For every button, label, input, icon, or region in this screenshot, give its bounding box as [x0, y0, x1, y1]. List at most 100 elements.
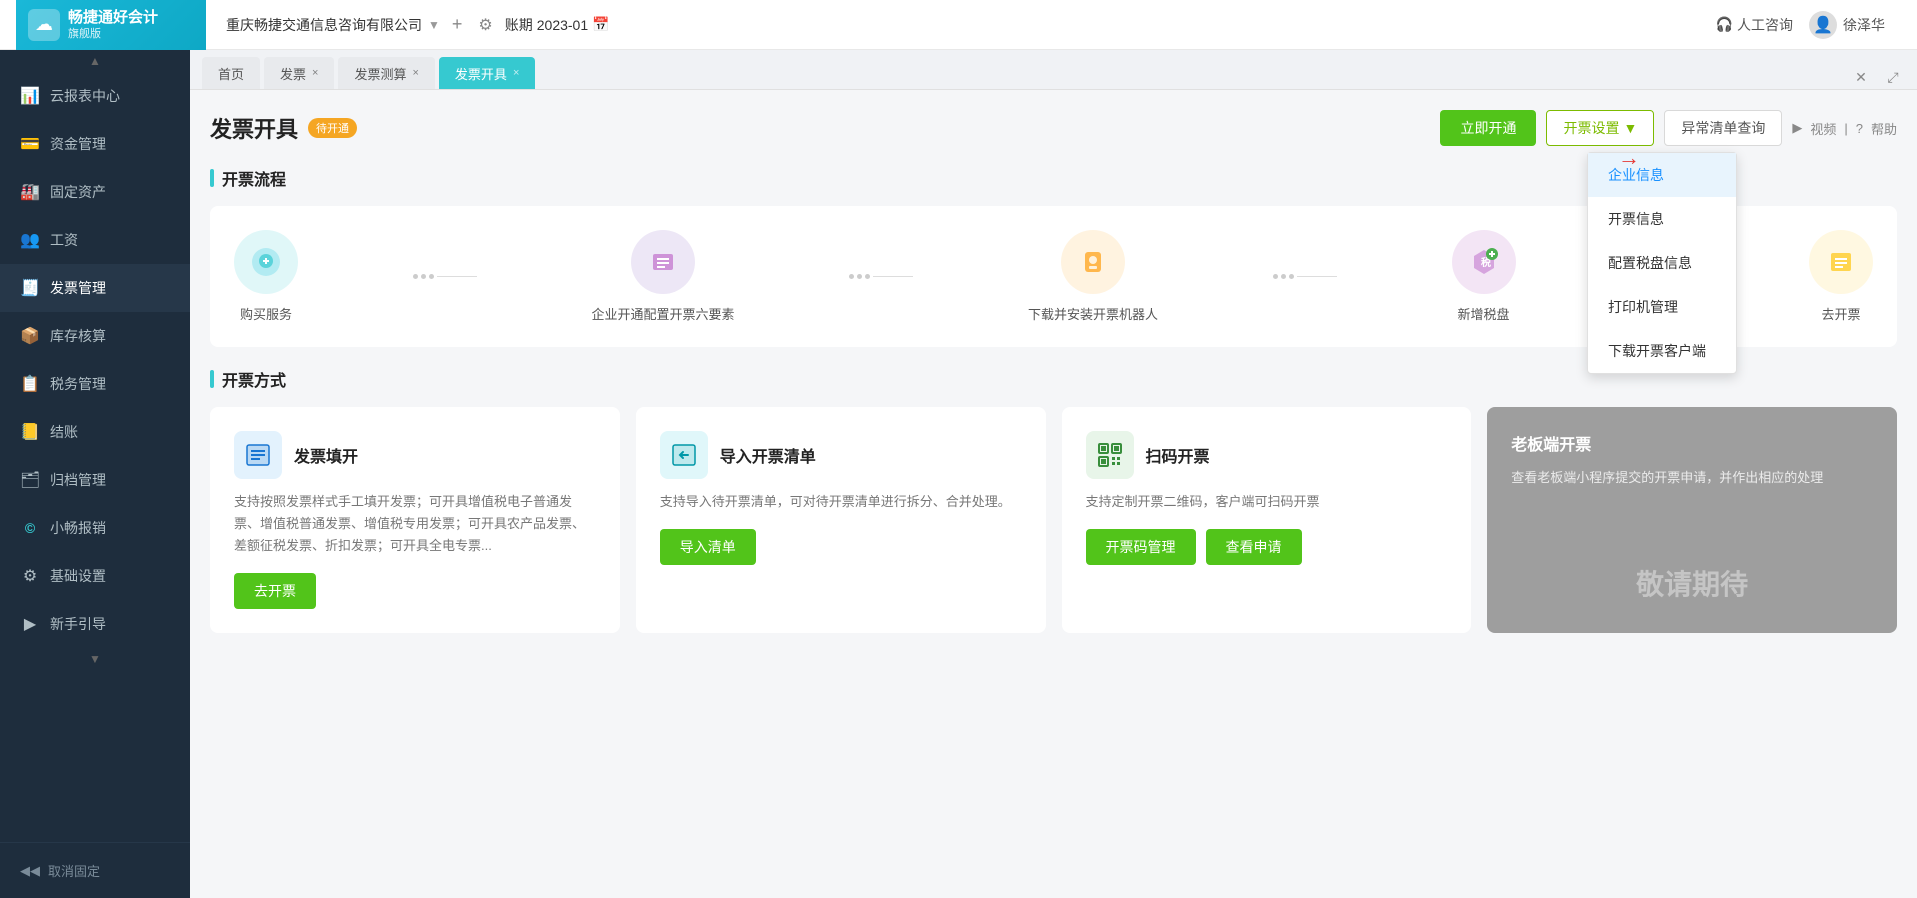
sidebar-item-zijin[interactable]: 💳 资金管理	[0, 120, 190, 168]
xiaochang-icon: ©	[20, 520, 40, 536]
method-import-header: 导入开票清单	[660, 431, 1022, 479]
method-card-boss: 老板端开票 查看老板端小程序提交的开票申请，并作出相应的处理 敬请期待	[1487, 407, 1897, 633]
gongzi-icon: 👥	[20, 230, 40, 250]
play-icon[interactable]: ▶	[1792, 120, 1802, 136]
fapiao-icon: 🧾	[20, 278, 40, 298]
method-scan-title: 扫码开票	[1146, 443, 1210, 467]
tab-fapiao-cesuan-close[interactable]: ×	[412, 67, 418, 79]
anomaly-button[interactable]: 异常清单查询	[1664, 110, 1782, 146]
tab-fapiao-kaiju-close[interactable]: ×	[513, 67, 519, 79]
yunbao-icon: 📊	[20, 86, 40, 106]
sidebar-item-label: 小畅报销	[50, 518, 106, 538]
company-dropdown-icon: ▼	[428, 18, 440, 32]
sidebar-item-shuiwu[interactable]: 📋 税务管理	[0, 360, 190, 408]
tab-home[interactable]: 首页	[202, 57, 260, 89]
method-scan-code-btn[interactable]: 开票码管理	[1086, 529, 1196, 565]
sidebar-item-jichu[interactable]: ⚙ 基础设置	[0, 552, 190, 600]
main-layout: ▲ 📊 云报表中心 💳 资金管理 🏭 固定资产 👥 工资 🧾 发票管理 📦 库存…	[0, 50, 1917, 898]
method-scan-apply-btn[interactable]: 查看申请	[1206, 529, 1302, 565]
activate-button[interactable]: 立即开通	[1440, 110, 1536, 146]
user-avatar: 👤	[1809, 11, 1837, 39]
calendar-icon[interactable]: 📅	[592, 16, 609, 33]
flow-step-config: 企业开通配置开票六要素	[592, 230, 735, 323]
sidebar-item-label: 税务管理	[50, 374, 106, 394]
logo-text: 畅捷通好会计 旗舰版	[68, 8, 158, 42]
dropdown-item-tax-disk[interactable]: 配置税盘信息	[1588, 241, 1736, 285]
period-label: 账期 2023-01 📅	[505, 15, 610, 35]
method-boss-title: 老板端开票	[1511, 431, 1591, 455]
dropdown-item-download-client[interactable]: 下载开票客户端	[1588, 329, 1736, 373]
tab-fapiao-close[interactable]: ×	[312, 67, 318, 79]
help-icon: ?	[1856, 121, 1863, 136]
sidebar-scroll-down[interactable]: ▼	[0, 648, 190, 670]
guidang-icon: 🗂	[20, 470, 40, 490]
sidebar-item-xiaochang[interactable]: © 小畅报销	[0, 504, 190, 552]
methods-section: 开票方式	[210, 367, 1897, 633]
tabs-bar: 首页 发票 × 发票测算 × 发票开具 × ✕ ⤢	[190, 50, 1917, 90]
settings-dropdown-arrow: ▼	[1623, 120, 1637, 136]
flow-icon-add-disk: 税	[1452, 230, 1516, 294]
settings-icon[interactable]: ⚙	[478, 15, 492, 35]
flow-icon-buy	[234, 230, 298, 294]
sidebar-item-gongzi[interactable]: 👥 工资	[0, 216, 190, 264]
dropdown-item-invoice-info[interactable]: 开票信息	[1588, 197, 1736, 241]
close-all-btn[interactable]: ✕	[1849, 65, 1873, 89]
page-title: 发票开具	[210, 112, 298, 144]
red-arrow: →	[1618, 145, 1640, 171]
tab-fapiao-cesuan[interactable]: 发票测算 ×	[338, 57, 434, 89]
method-fill-btn[interactable]: 去开票	[234, 573, 316, 609]
settings-btn-label: 开票设置	[1563, 118, 1619, 138]
flow-step-download: 下载并安装开票机器人	[1028, 230, 1158, 323]
sidebar-bottom: ◀◀ 取消固定	[0, 842, 190, 898]
sidebar-item-label: 工资	[50, 230, 78, 250]
sidebar-item-yunbao[interactable]: 📊 云报表中心	[0, 72, 190, 120]
sidebar-item-gudingzichan[interactable]: 🏭 固定资产	[0, 168, 190, 216]
flow-step-invoice: 去开票	[1809, 230, 1873, 323]
jiezhang-icon: 📒	[20, 422, 40, 442]
sidebar-item-jiezhang[interactable]: 📒 结账	[0, 408, 190, 456]
method-fill-desc: 支持按照发票样式手工填开发票；可开具增值税电子普通发票、增值税普通发票、增值税专…	[234, 491, 596, 557]
content-area: 首页 发票 × 发票测算 × 发票开具 × ✕ ⤢	[190, 50, 1917, 898]
flow-step-download-label: 下载并安装开票机器人	[1028, 304, 1158, 323]
sidebar: ▲ 📊 云报表中心 💳 资金管理 🏭 固定资产 👥 工资 🧾 发票管理 📦 库存…	[0, 50, 190, 898]
username: 徐泽华	[1843, 15, 1885, 35]
tab-fapiao[interactable]: 发票 ×	[264, 57, 334, 89]
logo-icon: ☁	[28, 9, 60, 41]
sidebar-item-guidang[interactable]: 🗂 归档管理	[0, 456, 190, 504]
company-name: 重庆畅捷交通信息咨询有限公司	[226, 15, 422, 35]
flow-step-buy-label: 购买服务	[240, 304, 292, 323]
expand-btn[interactable]: ⤢	[1881, 65, 1905, 89]
method-scan-icon	[1086, 431, 1134, 479]
methods-grid: 发票填开 支持按照发票样式手工填开发票；可开具增值税电子普通发票、增值税普通发票…	[210, 407, 1897, 633]
add-icon[interactable]: +	[452, 14, 463, 35]
sidebar-item-kucun[interactable]: 📦 库存核算	[0, 312, 190, 360]
sidebar-scroll-up[interactable]: ▲	[0, 50, 190, 72]
overlay-text: 敬请期待	[1487, 563, 1897, 603]
method-import-btn[interactable]: 导入清单	[660, 529, 756, 565]
sidebar-item-xinshou[interactable]: ▶ 新手引导	[0, 600, 190, 648]
flow-connector-1	[298, 274, 592, 279]
help-label[interactable]: 帮助	[1871, 119, 1897, 138]
flow-step-config-label: 企业开通配置开票六要素	[592, 304, 735, 323]
tab-fapiao-label: 发票	[280, 64, 306, 83]
method-card-import: 导入开票清单 支持导入待开票清单，可对待开票清单进行拆分、合并处理。 导入清单	[636, 407, 1046, 633]
period-value: 2023-01	[537, 17, 588, 33]
sidebar-item-label: 新手引导	[50, 614, 106, 634]
zijin-icon: 💳	[20, 134, 40, 154]
flow-icon-config	[631, 230, 695, 294]
sidebar-item-fapiao[interactable]: 🧾 发票管理	[0, 264, 190, 312]
dropdown-item-printer[interactable]: 打印机管理	[1588, 285, 1736, 329]
sidebar-cancel-btn[interactable]: ◀◀ 取消固定	[0, 851, 190, 890]
settings-dropdown-button[interactable]: 开票设置 ▼	[1546, 110, 1654, 146]
page-actions: 立即开通 开票设置 ▼ 异常清单查询 ▶ 视频 | ? 帮助	[1440, 110, 1897, 146]
support-area[interactable]: 🎧 人工咨询	[1716, 15, 1793, 35]
user-area[interactable]: 👤 徐泽华	[1809, 11, 1885, 39]
logo-sub: 旗舰版	[68, 27, 158, 41]
video-label[interactable]: 视频	[1810, 119, 1836, 138]
dropdown-item-company-info[interactable]: 企业信息	[1588, 153, 1736, 197]
tab-fapiao-kaiju[interactable]: 发票开具 ×	[439, 57, 535, 89]
settings-dropdown-menu: → 企业信息 开票信息 配置税盘信息 打印机管理 下载开票客户端	[1587, 152, 1737, 374]
page-title-area: 发票开具 待开通	[210, 112, 357, 144]
company-selector[interactable]: 重庆畅捷交通信息咨询有限公司 ▼	[226, 15, 440, 35]
flow-connector-3	[1158, 274, 1452, 279]
